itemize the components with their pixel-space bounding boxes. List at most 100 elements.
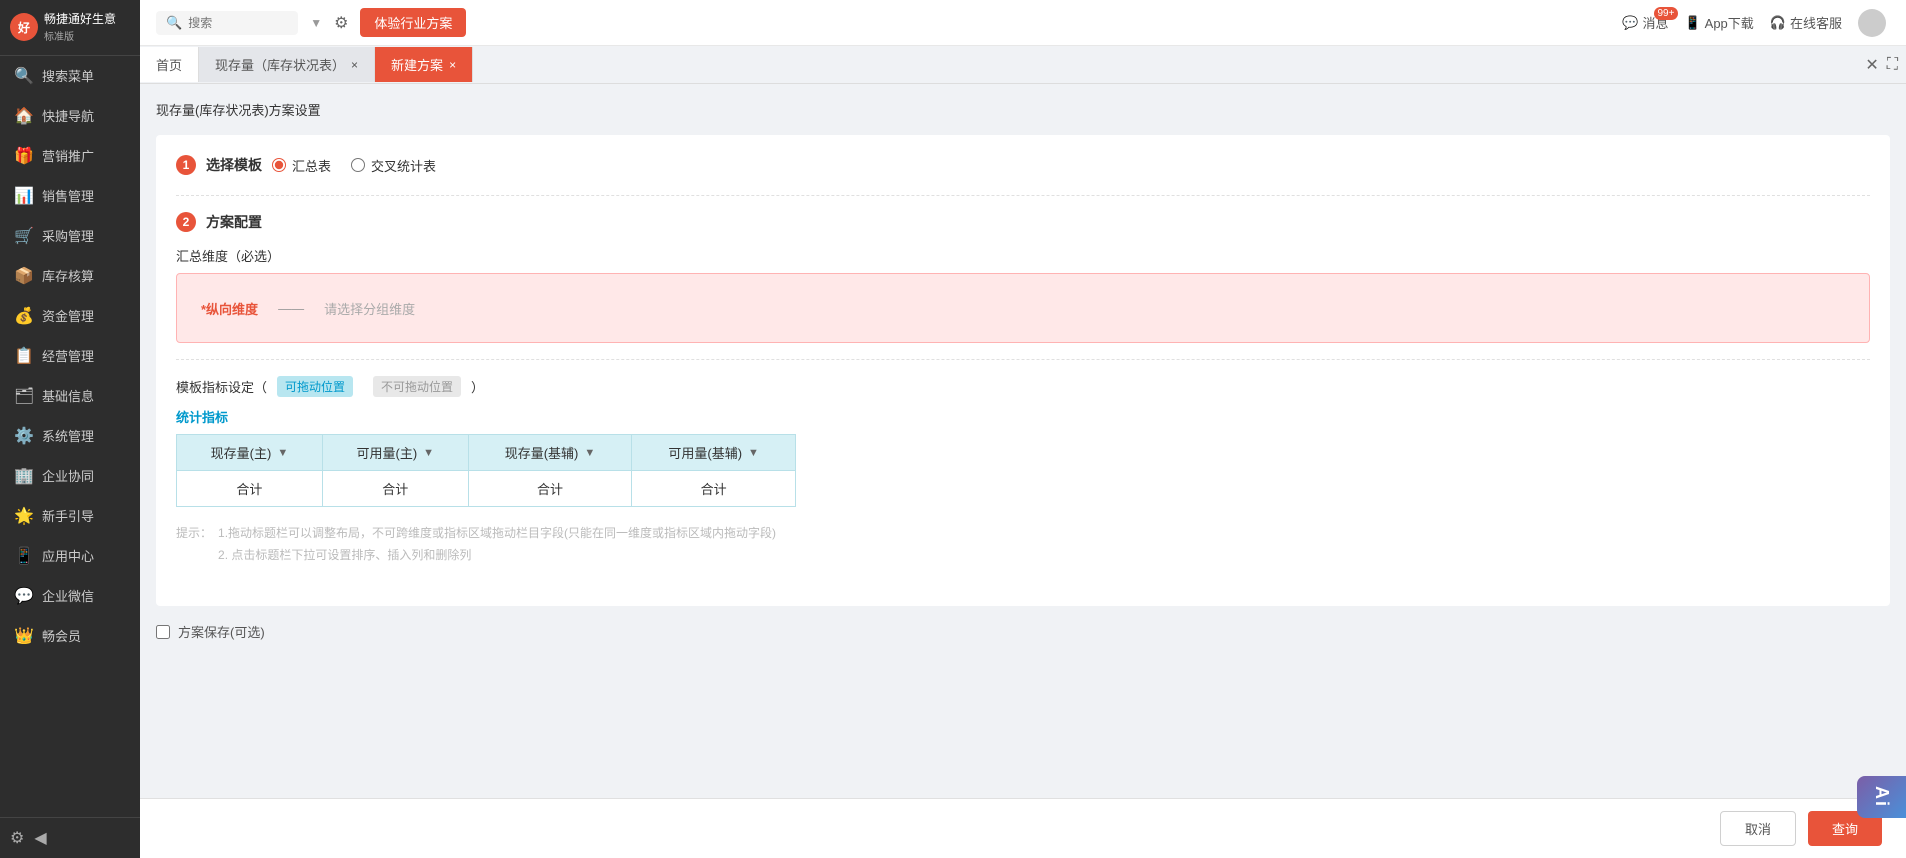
tabbar: 首页 现存量（库存状况表） × 新建方案 × ✕ ⛶ xyxy=(140,46,1906,84)
tabbar-close-button[interactable]: ✕ xyxy=(1865,55,1878,75)
company-icon: 🏢 xyxy=(14,466,34,486)
topbar-chevron-icon[interactable]: ▼ xyxy=(310,16,322,30)
dimension-row-label: *纵向维度 xyxy=(201,299,258,318)
sidebar-item-label-system: 系统管理 xyxy=(42,426,94,445)
col-chevron-0[interactable]: ▼ xyxy=(277,447,288,459)
new-guide-icon: 🌟 xyxy=(14,506,34,526)
undraggable-badge: 不可拖动位置 xyxy=(373,376,461,397)
sidebar-item-search-menu[interactable]: 🔍 搜索菜单 xyxy=(0,56,140,96)
purchase-icon: 🛒 xyxy=(14,226,34,246)
ai-float-button[interactable]: Ai xyxy=(1857,776,1906,818)
template-radio-group: 汇总表 交叉统计表 xyxy=(272,156,436,175)
settings-icon[interactable]: ⚙ xyxy=(10,828,24,848)
tab-inventory-close[interactable]: × xyxy=(351,58,358,72)
stats-section: 统计指标 现存量(主) ▼ xyxy=(176,407,1870,507)
section-separator-2 xyxy=(176,359,1870,360)
col-chevron-3[interactable]: ▼ xyxy=(748,447,759,459)
topbar-search-box[interactable]: 🔍 xyxy=(156,11,298,35)
draggable-badge: 可拖动位置 xyxy=(277,376,353,397)
col-chevron-2[interactable]: ▼ xyxy=(584,447,595,459)
search-menu-icon: 🔍 xyxy=(14,66,34,86)
app-download-label: App下载 xyxy=(1705,13,1754,32)
cell-0-2: 合计 xyxy=(468,471,632,507)
sidebar-item-enterprise-wechat[interactable]: 💬 企业微信 xyxy=(0,576,140,616)
tips-label: 提示： xyxy=(176,523,212,545)
finance-icon: 💰 xyxy=(14,306,34,326)
sidebar-item-label-app-center: 应用中心 xyxy=(42,546,94,565)
tabbar-expand-button[interactable]: ⛶ xyxy=(1887,56,1898,74)
content-area: 现存量(库存状况表)方案设置 1 选择模板 汇总表 交叉统计表 xyxy=(140,84,1906,798)
app-logo-icon: 好 xyxy=(10,13,38,41)
service-icon: 🎧 xyxy=(1770,15,1786,31)
trial-btn[interactable]: 体验行业方案 xyxy=(360,8,466,37)
radio-cross-input[interactable] xyxy=(351,158,365,172)
sidebar-item-label-sales: 销售管理 xyxy=(42,186,94,205)
sidebar-item-system[interactable]: ⚙️ 系统管理 xyxy=(0,416,140,456)
service-label: 在线客服 xyxy=(1790,13,1842,32)
indicator-settings-label: 模板指标设定（ 可拖动位置 不可拖动位置 ） xyxy=(176,376,1870,397)
sidebar-item-label-purchase: 采购管理 xyxy=(42,226,94,245)
tip-indent xyxy=(176,545,212,567)
sidebar-item-basic-info[interactable]: 🗂 基础信息 xyxy=(0,376,140,416)
topbar-service[interactable]: 🎧 在线客服 xyxy=(1770,13,1842,32)
cell-0-0: 合计 xyxy=(177,471,323,507)
tab-inventory-label: 现存量（库存状况表） xyxy=(215,55,345,74)
col-chevron-1[interactable]: ▼ xyxy=(423,447,434,459)
sidebar-item-member[interactable]: 👑 畅会员 xyxy=(0,616,140,656)
basic-info-icon: 🗂 xyxy=(14,386,34,406)
sidebar-item-label-finance: 资金管理 xyxy=(42,306,94,325)
tip-text-1: 2. 点击标题栏下拉可设置排序、插入列和删除列 xyxy=(218,545,471,567)
radio-cross[interactable]: 交叉统计表 xyxy=(351,156,436,175)
tip-text-0: 1.拖动标题栏可以调整布局，不可跨维度或指标区域拖动栏目字段(只能在同一维度或指… xyxy=(218,523,776,545)
topbar-app-download[interactable]: 📱 App下载 xyxy=(1684,13,1753,32)
radio-cross-label: 交叉统计表 xyxy=(371,156,436,175)
indicator-settings-text: 模板指标设定（ xyxy=(176,377,267,396)
tabbar-actions: ✕ ⛶ xyxy=(1865,55,1906,75)
col-label-0: 现存量(主) xyxy=(211,443,272,462)
step2-header: 2 方案配置 xyxy=(176,212,1870,232)
tab-new-scheme-close[interactable]: × xyxy=(449,58,456,72)
radio-summary[interactable]: 汇总表 xyxy=(272,156,331,175)
sidebar-item-new-guide[interactable]: 🌟 新手引导 xyxy=(0,496,140,536)
enterprise-wechat-icon: 💬 xyxy=(14,586,34,606)
tab-home[interactable]: 首页 xyxy=(140,47,199,82)
sidebar-item-quick-nav[interactable]: 🏠 快捷导航 xyxy=(0,96,140,136)
cancel-button[interactable]: 取消 xyxy=(1720,811,1796,846)
col-header-0[interactable]: 现存量(主) ▼ xyxy=(177,435,323,471)
col-header-1[interactable]: 可用量(主) ▼ xyxy=(322,435,468,471)
dimension-placeholder: 请选择分组维度 xyxy=(324,299,415,318)
save-checkbox[interactable] xyxy=(156,625,170,639)
sidebar-item-sales[interactable]: 📊 销售管理 xyxy=(0,176,140,216)
sidebar-item-app-center[interactable]: 📱 应用中心 xyxy=(0,536,140,576)
app-center-icon: 📱 xyxy=(14,546,34,566)
topbar-user[interactable] xyxy=(1858,9,1890,37)
sidebar-item-purchase[interactable]: 🛒 采购管理 xyxy=(0,216,140,256)
dimension-box[interactable]: *纵向维度 —— 请选择分组维度 xyxy=(176,273,1870,343)
col-header-3[interactable]: 可用量(基辅) ▼ xyxy=(632,435,796,471)
page-title: 现存量(库存状况表)方案设置 xyxy=(156,100,1890,119)
sidebar-item-label-inventory: 库存核算 xyxy=(42,266,94,285)
radio-summary-input[interactable] xyxy=(272,158,286,172)
footer-bar: 取消 查询 xyxy=(140,798,1906,858)
topbar-msg[interactable]: 💬 消息 99+ xyxy=(1622,13,1668,32)
sidebar-item-finance[interactable]: 💰 资金管理 xyxy=(0,296,140,336)
cell-0-1: 合计 xyxy=(322,471,468,507)
app-edition: 标准版 xyxy=(44,28,116,43)
tab-new-scheme[interactable]: 新建方案 × xyxy=(375,47,473,82)
topbar-search-input[interactable] xyxy=(188,16,288,30)
sidebar-item-company[interactable]: 🏢 企业协同 xyxy=(0,456,140,496)
topbar-gear-icon[interactable]: ⚙ xyxy=(334,13,348,33)
collapse-icon[interactable]: ◀ xyxy=(34,828,46,848)
quick-nav-icon: 🏠 xyxy=(14,106,34,126)
col-header-2[interactable]: 现存量(基辅) ▼ xyxy=(468,435,632,471)
sidebar-item-inventory[interactable]: 📦 库存核算 xyxy=(0,256,140,296)
sidebar-item-operations[interactable]: 📋 经营管理 xyxy=(0,336,140,376)
tab-inventory-status[interactable]: 现存量（库存状况表） × xyxy=(199,47,375,82)
operations-icon: 📋 xyxy=(14,346,34,366)
step1-section: 1 选择模板 汇总表 交叉统计表 xyxy=(176,155,1870,175)
msg-icon: 💬 xyxy=(1622,15,1638,31)
sidebar-item-label-company: 企业协同 xyxy=(42,466,94,485)
sidebar-item-marketing[interactable]: 🎁 营销推广 xyxy=(0,136,140,176)
step1-badge: 1 xyxy=(176,155,196,175)
col-label-1: 可用量(主) xyxy=(356,443,417,462)
